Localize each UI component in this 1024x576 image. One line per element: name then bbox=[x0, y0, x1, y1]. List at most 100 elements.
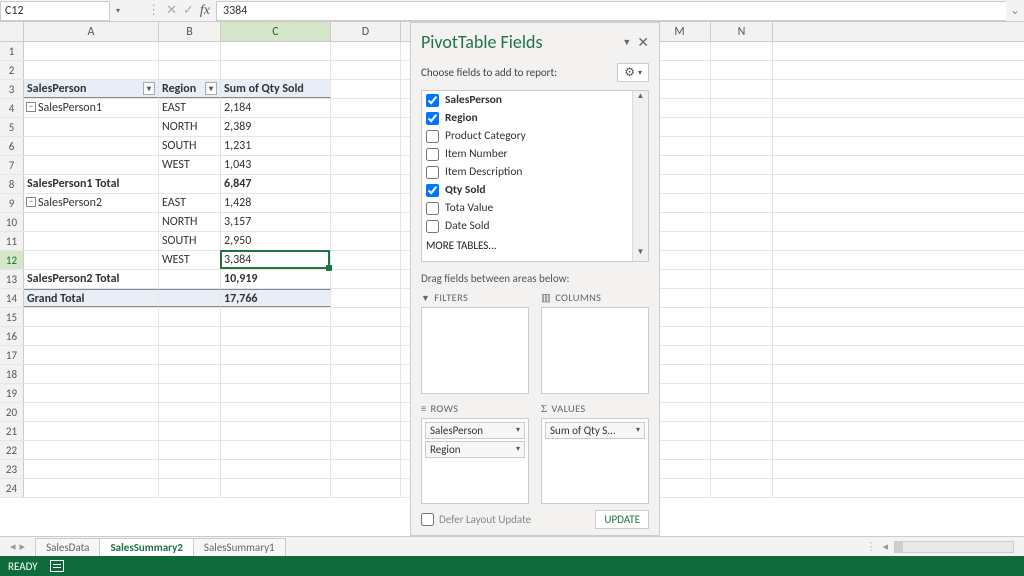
row-header-17[interactable]: 17 bbox=[0, 346, 24, 364]
cell-N23[interactable] bbox=[711, 460, 773, 478]
field-checkbox[interactable] bbox=[426, 94, 439, 107]
row-header-18[interactable]: 18 bbox=[0, 365, 24, 383]
row-header-2[interactable]: 2 bbox=[0, 61, 24, 79]
cell-N10[interactable] bbox=[711, 213, 773, 231]
field-item-qty-sold[interactable]: Qty Sold bbox=[422, 181, 648, 199]
cell-C16[interactable] bbox=[221, 327, 331, 345]
cell-B24[interactable] bbox=[159, 479, 221, 497]
cell-B16[interactable] bbox=[159, 327, 221, 345]
cell-N18[interactable] bbox=[711, 365, 773, 383]
cell-B14[interactable] bbox=[159, 289, 221, 307]
row-header-3[interactable]: 3 bbox=[0, 80, 24, 98]
column-header-A[interactable]: A bbox=[24, 22, 159, 41]
field-item-salesperson[interactable]: SalesPerson bbox=[422, 91, 648, 109]
cell-C18[interactable] bbox=[221, 365, 331, 383]
cell-A12[interactable] bbox=[24, 251, 159, 269]
cell-B5[interactable]: NORTH bbox=[159, 118, 221, 136]
rows-dropzone[interactable]: SalesPerson▾ Region▾ bbox=[421, 418, 529, 505]
cell-D12[interactable] bbox=[331, 251, 401, 269]
field-item-region[interactable]: Region bbox=[422, 109, 648, 127]
cell-A16[interactable] bbox=[24, 327, 159, 345]
cell-N24[interactable] bbox=[711, 479, 773, 497]
field-item-tota-value[interactable]: Tota Value bbox=[422, 199, 648, 217]
cell-D14[interactable] bbox=[331, 289, 401, 307]
cell-B6[interactable]: SOUTH bbox=[159, 137, 221, 155]
field-checkbox[interactable] bbox=[426, 166, 439, 179]
cell-B21[interactable] bbox=[159, 422, 221, 440]
cell-B17[interactable] bbox=[159, 346, 221, 364]
field-checkbox[interactable] bbox=[426, 202, 439, 215]
row-header-16[interactable]: 16 bbox=[0, 327, 24, 345]
cell-B23[interactable] bbox=[159, 460, 221, 478]
cell-A6[interactable] bbox=[24, 137, 159, 155]
cell-D1[interactable] bbox=[331, 42, 401, 60]
field-item-item-number[interactable]: Item Number bbox=[422, 145, 648, 163]
cell-B18[interactable] bbox=[159, 365, 221, 383]
cell-B3[interactable]: Region▾ bbox=[159, 80, 221, 98]
cell-C22[interactable] bbox=[221, 441, 331, 459]
column-header-N[interactable]: N bbox=[711, 22, 773, 41]
area-chip[interactable]: Sum of Qty S...▾ bbox=[545, 422, 645, 439]
field-checkbox[interactable] bbox=[426, 220, 439, 233]
cell-N4[interactable] bbox=[711, 99, 773, 117]
cell-C11[interactable]: 2,950 bbox=[221, 232, 331, 250]
cell-B20[interactable] bbox=[159, 403, 221, 421]
cell-A17[interactable] bbox=[24, 346, 159, 364]
row-header-1[interactable]: 1 bbox=[0, 42, 24, 60]
cell-D7[interactable] bbox=[331, 156, 401, 174]
cell-C3[interactable]: Sum of Qty Sold bbox=[221, 80, 331, 98]
scroll-up-icon[interactable]: ▲ bbox=[633, 91, 648, 105]
cell-A9[interactable]: −SalesPerson2 bbox=[24, 194, 159, 212]
cell-D22[interactable] bbox=[331, 441, 401, 459]
cell-C2[interactable] bbox=[221, 61, 331, 79]
fx-icon[interactable]: fx bbox=[200, 3, 210, 19]
cell-C19[interactable] bbox=[221, 384, 331, 402]
row-header-23[interactable]: 23 bbox=[0, 460, 24, 478]
more-tables-link[interactable]: MORE TABLES... bbox=[422, 235, 648, 256]
cell-N5[interactable] bbox=[711, 118, 773, 136]
cell-B11[interactable]: SOUTH bbox=[159, 232, 221, 250]
cell-A19[interactable] bbox=[24, 384, 159, 402]
sheet-tab-salesdata[interactable]: SalesData bbox=[35, 538, 100, 556]
field-item-product-category[interactable]: Product Category bbox=[422, 127, 648, 145]
horizontal-scrollbar[interactable] bbox=[894, 541, 1014, 553]
sheet-tab-salessummary2[interactable]: SalesSummary2 bbox=[99, 538, 193, 556]
name-box-dropdown[interactable]: ▾ bbox=[110, 6, 126, 16]
collapse-toggle[interactable]: − bbox=[26, 197, 36, 207]
cell-A23[interactable] bbox=[24, 460, 159, 478]
cell-A22[interactable] bbox=[24, 441, 159, 459]
cell-A11[interactable] bbox=[24, 232, 159, 250]
cell-C7[interactable]: 1,043 bbox=[221, 156, 331, 174]
close-icon[interactable]: ✕ bbox=[637, 34, 649, 51]
cell-A15[interactable] bbox=[24, 308, 159, 326]
cell-B9[interactable]: EAST bbox=[159, 194, 221, 212]
cell-D13[interactable] bbox=[331, 270, 401, 288]
field-checkbox[interactable] bbox=[426, 184, 439, 197]
cell-N8[interactable] bbox=[711, 175, 773, 193]
cell-D3[interactable] bbox=[331, 80, 401, 98]
cell-A8[interactable]: SalesPerson1 Total bbox=[24, 175, 159, 193]
columns-dropzone[interactable] bbox=[541, 307, 649, 394]
area-chip[interactable]: SalesPerson▾ bbox=[425, 422, 525, 439]
column-header-B[interactable]: B bbox=[159, 22, 221, 41]
row-header-24[interactable]: 24 bbox=[0, 479, 24, 497]
cell-D18[interactable] bbox=[331, 365, 401, 383]
cell-B12[interactable]: WEST bbox=[159, 251, 221, 269]
cell-N6[interactable] bbox=[711, 137, 773, 155]
name-box[interactable]: C12 bbox=[0, 1, 110, 21]
row-header-7[interactable]: 7 bbox=[0, 156, 24, 174]
cell-D8[interactable] bbox=[331, 175, 401, 193]
sheet-tab-salessummary1[interactable]: SalesSummary1 bbox=[193, 538, 286, 556]
filter-dropdown-icon[interactable]: ▾ bbox=[143, 82, 155, 95]
pivot-pane-options-dropdown[interactable]: ▼ bbox=[622, 37, 631, 48]
cell-D6[interactable] bbox=[331, 137, 401, 155]
cell-B10[interactable]: NORTH bbox=[159, 213, 221, 231]
field-checkbox[interactable] bbox=[426, 148, 439, 161]
cell-N16[interactable] bbox=[711, 327, 773, 345]
cell-D15[interactable] bbox=[331, 308, 401, 326]
tab-nav-prev-icon[interactable]: ◂ bbox=[10, 540, 16, 553]
cell-D17[interactable] bbox=[331, 346, 401, 364]
cell-C15[interactable] bbox=[221, 308, 331, 326]
cell-N12[interactable] bbox=[711, 251, 773, 269]
area-chip[interactable]: Region▾ bbox=[425, 441, 525, 458]
